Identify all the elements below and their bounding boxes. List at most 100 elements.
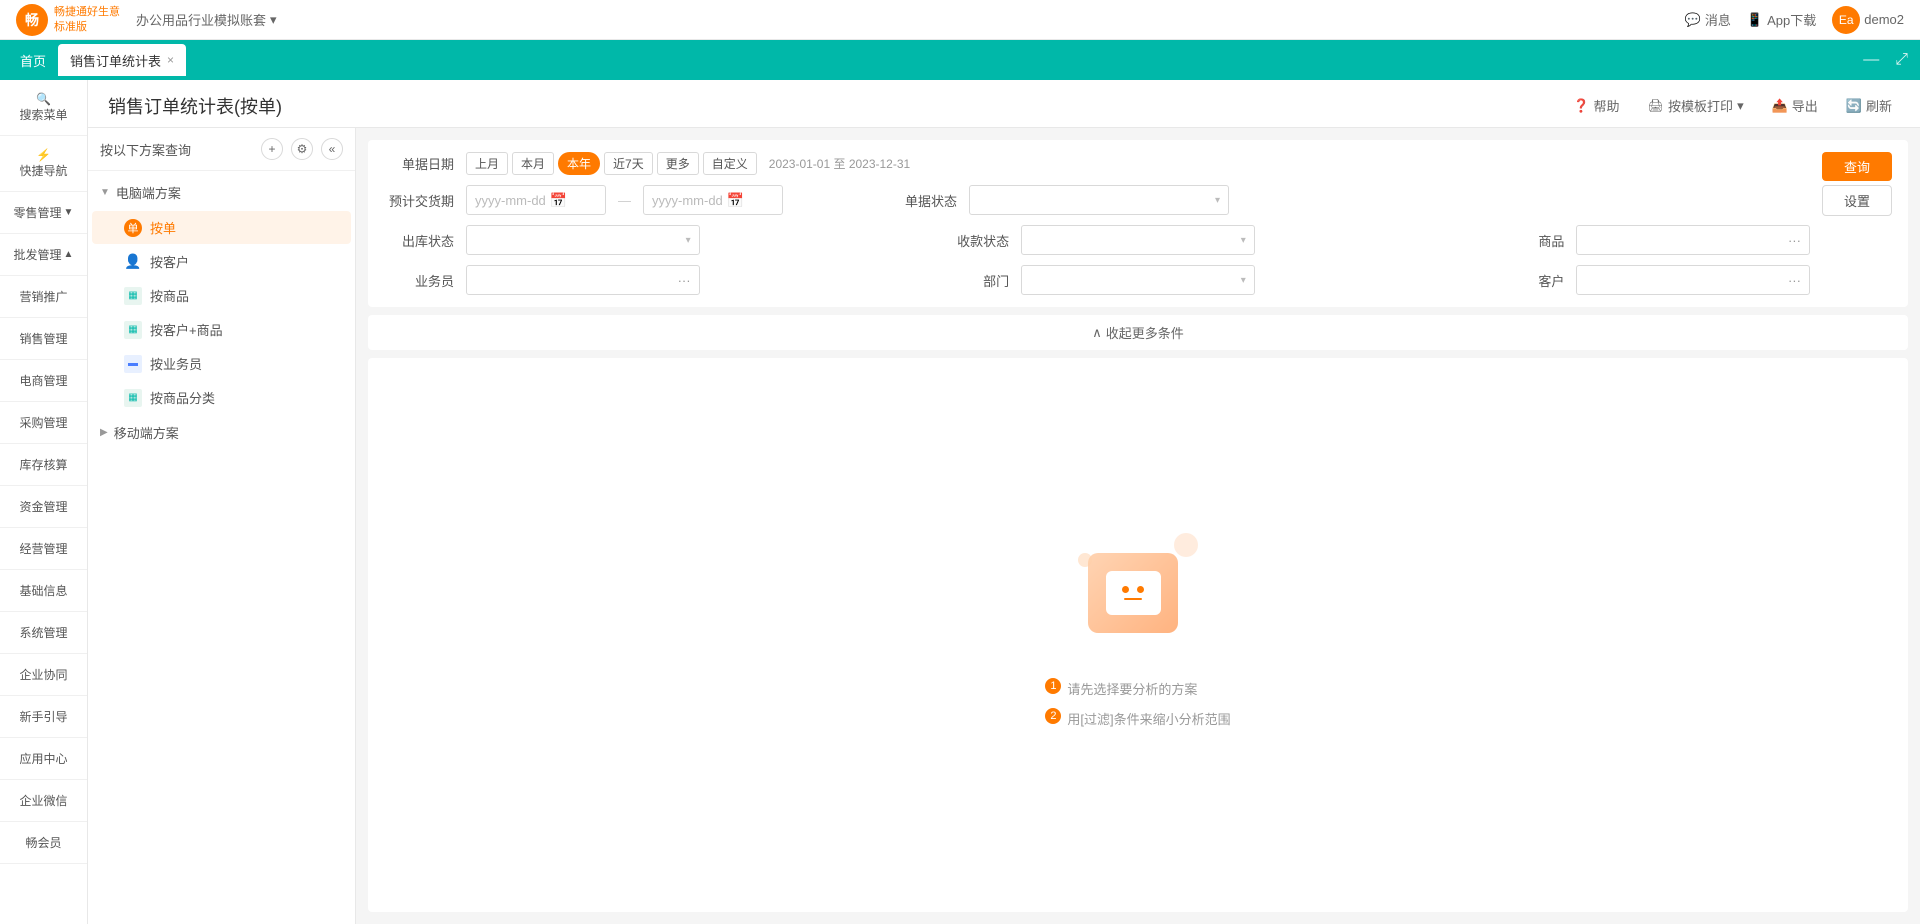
- expected-delivery-label: 预计交货期: [384, 191, 454, 210]
- sidebar-item-finance[interactable]: 资金管理: [0, 486, 87, 528]
- step2-num: 2: [1045, 708, 1061, 724]
- customer-dots-icon: ···: [1788, 273, 1801, 288]
- empty-step-2: 2 用[过滤]条件来缩小分析范围: [1045, 707, 1230, 733]
- sidebar-item-inventory[interactable]: 库存核算: [0, 444, 87, 486]
- sidebar-item-sales[interactable]: 销售管理: [0, 318, 87, 360]
- collapse-panel-button[interactable]: «: [321, 138, 343, 160]
- sidebar-item-purchase[interactable]: 采购管理: [0, 402, 87, 444]
- this-year-btn[interactable]: 本年: [558, 152, 600, 175]
- chevron-right-icon: ▶: [100, 427, 108, 438]
- doc-status-label: 单据状态: [887, 191, 957, 210]
- left-panel-title: 按以下方案查询: [100, 140, 253, 159]
- export-button[interactable]: 📤 导出: [1764, 92, 1826, 119]
- sidebar-item-basic-info[interactable]: 基础信息: [0, 570, 87, 612]
- help-icon: ❓: [1573, 98, 1589, 114]
- delivery-date-start[interactable]: yyyy-mm-dd 📅: [466, 185, 606, 215]
- download-icon: 📱: [1747, 12, 1763, 28]
- dropdown-icon-2: ▾: [686, 235, 691, 246]
- sidebar-item-marketing[interactable]: 营销推广: [0, 276, 87, 318]
- sidebar-item-system[interactable]: 系统管理: [0, 612, 87, 654]
- help-button[interactable]: ❓ 帮助: [1565, 92, 1627, 119]
- settings-button[interactable]: 设置: [1822, 185, 1892, 216]
- customer-select[interactable]: ···: [1576, 265, 1810, 295]
- tab-home[interactable]: 首页: [8, 44, 58, 76]
- department-label: 部门: [939, 271, 1009, 290]
- tab-sales-statistics[interactable]: 销售订单统计表 ×: [58, 44, 186, 76]
- settings-scheme-button[interactable]: ⚙: [291, 138, 313, 160]
- logo-area: 畅 畅捷通好生意 标准版: [16, 4, 120, 36]
- scheme-icon-customer: 👤: [124, 253, 142, 271]
- scheme-item-by-customer[interactable]: 👤 按客户: [92, 245, 351, 278]
- ship-status-label: 出库状态: [384, 231, 454, 250]
- salesperson-select[interactable]: ···: [466, 265, 700, 295]
- customer-label: 客户: [1494, 271, 1564, 290]
- sidebar-item-search[interactable]: 🔍 搜索菜单: [0, 80, 87, 136]
- scheme-item-by-salesperson[interactable]: ▬ 按业务员: [92, 347, 351, 380]
- payment-status-select[interactable]: ▾: [1021, 225, 1255, 255]
- add-scheme-button[interactable]: +: [261, 138, 283, 160]
- scheme-item-by-goods[interactable]: ▦ 按商品: [92, 279, 351, 312]
- logo-text: 畅捷通好生意 标准版: [54, 5, 120, 34]
- collapse-row[interactable]: ∧ 收起更多条件: [368, 315, 1908, 350]
- scheme-group-pc-header[interactable]: ▼ 电脑端方案: [88, 175, 355, 210]
- tab-maximize-icon[interactable]: ⤢: [1891, 47, 1912, 73]
- calendar-icon-2: 📅: [727, 192, 744, 209]
- department-select[interactable]: ▾: [1021, 265, 1255, 295]
- tab-bar-actions: — ⤢: [1859, 47, 1912, 73]
- goods-select[interactable]: ···: [1576, 225, 1810, 255]
- tab-close-icon[interactable]: ×: [167, 53, 174, 67]
- avatar: Ea: [1832, 6, 1860, 34]
- empty-state: 1 请先选择要分析的方案 2 用[过滤]条件来缩小分析范围: [368, 358, 1908, 912]
- scheme-item-by-order[interactable]: 单 按单: [92, 211, 351, 244]
- sidebar-item-enterprise-wechat[interactable]: 企业微信: [0, 780, 87, 822]
- custom-date-btn[interactable]: 自定义: [703, 152, 757, 175]
- chevron-up-icon: ▲: [64, 249, 74, 260]
- refresh-button[interactable]: 🔄 刷新: [1838, 92, 1900, 119]
- empty-hints: 1 请先选择要分析的方案 2 用[过滤]条件来缩小分析范围: [1045, 677, 1230, 737]
- print-button[interactable]: 🖨 按模板打印 ▾: [1640, 92, 1752, 119]
- sidebar-item-quicknav[interactable]: ⚡ 快捷导航: [0, 136, 87, 192]
- last7-btn[interactable]: 近7天: [604, 152, 653, 175]
- scheme-item-by-customer-goods[interactable]: ▦ 按客户+商品: [92, 313, 351, 346]
- ship-status-select[interactable]: ▾: [466, 225, 700, 255]
- step1-num: 1: [1045, 678, 1061, 694]
- chevron-down-icon: ▼: [64, 207, 74, 218]
- app-selector[interactable]: 办公用品行业模拟账套 ▾: [128, 6, 285, 33]
- sidebar-item-cooperation[interactable]: 企业协同: [0, 654, 87, 696]
- dropdown-icon-4: ▾: [1241, 275, 1246, 286]
- page-header: 销售订单统计表(按单) ❓ 帮助 🖨 按模板打印 ▾ 📤 导出 🔄 刷新: [88, 80, 1920, 128]
- scheme-icon-category: ▦: [124, 389, 142, 407]
- content-area: 销售订单统计表(按单) ❓ 帮助 🖨 按模板打印 ▾ 📤 导出 🔄 刷新: [88, 80, 1920, 924]
- export-icon: 📤: [1772, 98, 1788, 114]
- scheme-item-by-category[interactable]: ▦ 按商品分类: [92, 381, 351, 414]
- right-panel: 单据日期 上月 本月 本年 近7天 更多 自定义 2023-01-01 至 20…: [356, 128, 1920, 924]
- sidebar-item-newbie[interactable]: 新手引导: [0, 696, 87, 738]
- message-button[interactable]: 💬 消息: [1685, 10, 1731, 29]
- tab-bar: 首页 销售订单统计表 × — ⤢: [0, 40, 1920, 80]
- logo-icon: 畅: [16, 4, 48, 36]
- sidebar-item-ecommerce[interactable]: 电商管理: [0, 360, 87, 402]
- message-icon: 💬: [1685, 12, 1701, 28]
- print-dropdown-icon: ▾: [1737, 98, 1744, 114]
- app-download-button[interactable]: 📱 App下载: [1747, 10, 1816, 29]
- last-month-btn[interactable]: 上月: [466, 152, 508, 175]
- filter-row-status: 出库状态 ▾ 收款状态 ▾: [384, 225, 1810, 255]
- sidebar-item-retail[interactable]: 零售管理 ▼: [0, 192, 87, 234]
- sidebar-item-member[interactable]: 畅会员: [0, 822, 87, 864]
- sidebar-item-operation[interactable]: 经营管理: [0, 528, 87, 570]
- this-month-btn[interactable]: 本月: [512, 152, 554, 175]
- sidebar-item-wholesale[interactable]: 批发管理 ▲: [0, 234, 87, 276]
- sidebar-item-app-center[interactable]: 应用中心: [0, 738, 87, 780]
- user-menu[interactable]: Ea demo2: [1832, 6, 1904, 34]
- doc-status-select[interactable]: ▾: [969, 185, 1229, 215]
- scheme-group-mobile-header[interactable]: ▶ 移动端方案: [88, 415, 355, 450]
- scheme-icon-goods: ▦: [124, 287, 142, 305]
- tab-minimize-icon[interactable]: —: [1859, 47, 1883, 73]
- goods-dots-icon: ···: [1788, 233, 1801, 248]
- query-button[interactable]: 查询: [1822, 152, 1892, 181]
- more-date-btn[interactable]: 更多: [657, 152, 699, 175]
- top-bar-right: 💬 消息 📱 App下载 Ea demo2: [1685, 6, 1904, 34]
- delivery-date-end[interactable]: yyyy-mm-dd 📅: [643, 185, 783, 215]
- calendar-icon: 📅: [550, 192, 567, 209]
- filter-row-date: 单据日期 上月 本月 本年 近7天 更多 自定义 2023-01-01 至 20…: [384, 152, 1810, 175]
